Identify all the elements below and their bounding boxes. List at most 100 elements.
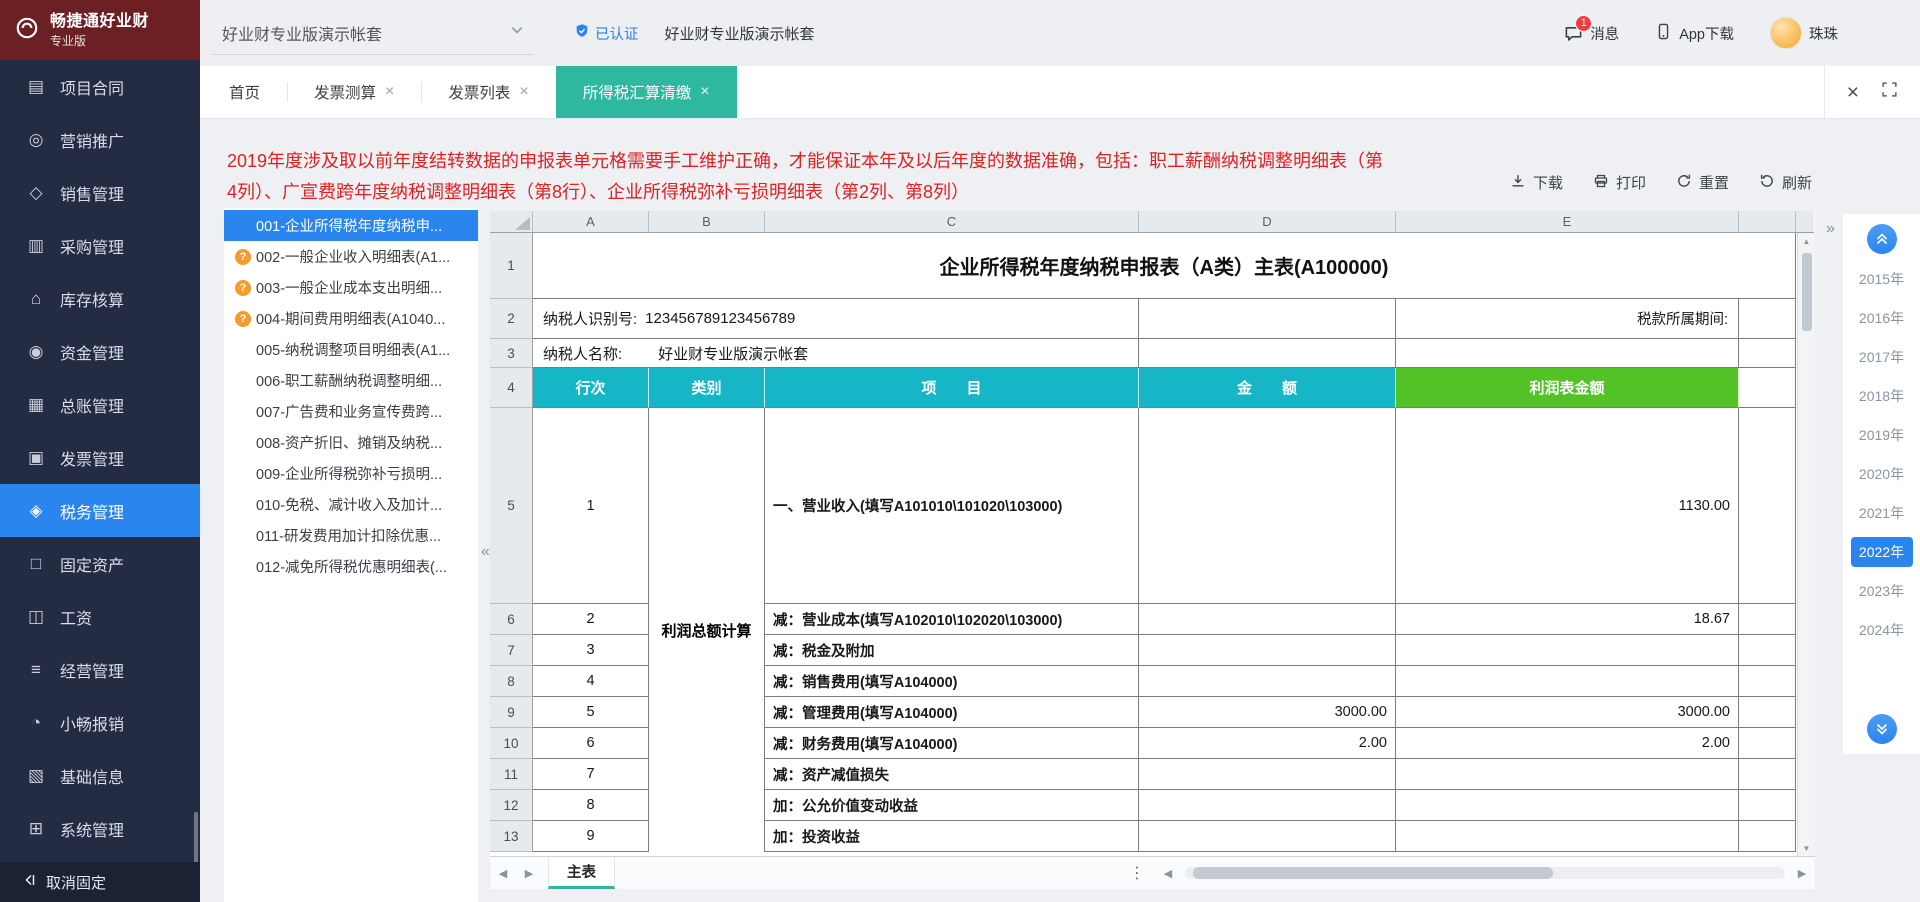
tab-发票列表[interactable]: 发票列表 × — [421, 66, 555, 118]
cell-item[interactable]: 减：销售费用(填写A104000) — [765, 666, 1139, 697]
tab-所得税汇算清缴[interactable]: 所得税汇算清缴 × — [555, 66, 737, 118]
cell-profit-amount[interactable] — [1396, 635, 1739, 666]
tab-首页[interactable]: 首页 — [202, 66, 287, 118]
cell-item[interactable]: 一、营业收入(填写A101010\101020\103000) — [765, 408, 1139, 604]
row-number[interactable]: 4 — [490, 368, 533, 408]
header-category[interactable]: 类别 — [649, 368, 765, 408]
empty-cell[interactable] — [1739, 635, 1796, 666]
sidebar-item-basic-info[interactable]: ▧ 基础信息 — [0, 749, 200, 802]
cell-line-no[interactable]: 3 — [533, 635, 649, 666]
report-list-item[interactable]: ? 003-一般企业成本支出明细... — [224, 272, 478, 303]
sidebar-item-operations[interactable]: ≡ 经营管理 — [0, 643, 200, 696]
row-number[interactable]: 8 — [490, 666, 533, 697]
report-list-item[interactable]: 007-广告费和业务宣传费跨... — [224, 396, 478, 427]
cell-item[interactable]: 减：营业成本(填写A102010\102020\103000) — [765, 604, 1139, 635]
years-scroll-up-button[interactable] — [1866, 224, 1897, 254]
cell-item[interactable]: 减：资产减值损失 — [765, 759, 1139, 790]
year-2021年[interactable]: 2021年 — [1851, 498, 1913, 528]
sidebar-item-marketing[interactable]: ◎ 营销推广 — [0, 113, 200, 166]
row-number[interactable]: 10 — [490, 728, 533, 759]
report-list-item[interactable]: 006-职工薪酬纳税调整明细... — [224, 365, 478, 396]
row-number[interactable]: 3 — [490, 339, 533, 368]
year-2018年[interactable]: 2018年 — [1851, 381, 1913, 411]
report-list-item[interactable]: ? 004-期间费用明细表(A1040... — [224, 303, 478, 334]
cell-amount[interactable]: 3000.00 — [1139, 697, 1396, 728]
report-title-cell[interactable]: 企业所得税年度纳税申报表（A类）主表(A100000) — [533, 233, 1796, 299]
cell-profit-amount[interactable]: 2.00 — [1396, 728, 1739, 759]
cell-amount[interactable]: 2.00 — [1139, 728, 1396, 759]
years-scroll-down-button[interactable] — [1866, 714, 1897, 744]
row-number[interactable]: 9 — [490, 697, 533, 728]
close-tab-icon[interactable]: × — [519, 83, 528, 101]
column-header-D[interactable]: D — [1139, 211, 1396, 233]
account-selector[interactable]: 好业财专业版演示帐套 — [212, 12, 534, 55]
scroll-down-icon[interactable]: ▼ — [1798, 840, 1815, 856]
tab-发票测算[interactable]: 发票测算 × — [287, 66, 421, 118]
cell-item[interactable]: 减：税金及附加 — [765, 635, 1139, 666]
column-header-E[interactable]: E — [1396, 211, 1739, 233]
cell-amount[interactable] — [1139, 666, 1396, 697]
header-profit-amount[interactable]: 利润表金额 — [1396, 368, 1739, 408]
row-number[interactable]: 1 — [490, 233, 533, 299]
column-header-A[interactable]: A — [533, 211, 649, 233]
row-number[interactable]: 6 — [490, 604, 533, 635]
cell-profit-amount[interactable] — [1396, 666, 1739, 697]
user-menu[interactable]: 珠珠 — [1770, 17, 1838, 49]
sidebar-item-ledger[interactable]: ▦ 总账管理 — [0, 378, 200, 431]
report-list-item[interactable]: 008-资产折旧、摊销及纳税... — [224, 427, 478, 458]
hscroll-track[interactable] — [1185, 867, 1785, 879]
cell-item[interactable]: 减：财务费用(填写A104000) — [765, 728, 1139, 759]
empty-cell[interactable] — [1396, 339, 1739, 368]
sidebar-item-procurement[interactable]: ▥ 采购管理 — [0, 219, 200, 272]
close-tab-icon[interactable]: × — [700, 83, 709, 101]
print-button[interactable]: 打印 — [1593, 172, 1646, 193]
report-list-item[interactable]: 011-研发费用加计扣除优惠... — [224, 520, 478, 551]
row-number[interactable]: 2 — [490, 299, 533, 339]
scroll-right-icon[interactable]: ▶ — [1789, 857, 1815, 889]
empty-cell[interactable] — [1739, 299, 1796, 339]
close-tabs-icon[interactable]: × — [1847, 82, 1859, 103]
row-number[interactable]: 11 — [490, 759, 533, 790]
taxpayer-name-cell[interactable]: 纳税人名称: 好业财专业版演示帐套 — [533, 339, 1139, 368]
sheet-tabs-prev-button[interactable]: ◀ — [490, 857, 516, 889]
sidebar-item-inventory[interactable]: ⌂ 库存核算 — [0, 272, 200, 325]
header-amount[interactable]: 金 额 — [1139, 368, 1396, 408]
sidebar-item-sales[interactable]: ◇ 销售管理 — [0, 166, 200, 219]
cell-amount[interactable] — [1139, 759, 1396, 790]
cell-line-no[interactable]: 2 — [533, 604, 649, 635]
empty-cell[interactable] — [1739, 759, 1796, 790]
year-2023年[interactable]: 2023年 — [1851, 576, 1913, 606]
cell-line-no[interactable]: 6 — [533, 728, 649, 759]
vertical-scrollbar[interactable]: ▲ ▼ — [1797, 233, 1815, 856]
year-2022年[interactable]: 2022年 — [1850, 537, 1913, 567]
cell-profit-amount[interactable]: 18.67 — [1396, 604, 1739, 635]
expand-panel-handle[interactable]: » — [1826, 220, 1835, 238]
column-header-C[interactable]: C — [765, 211, 1139, 233]
empty-cell[interactable] — [1139, 339, 1396, 368]
report-list-item[interactable]: ? 002-一般企业收入明细表(A1... — [224, 241, 478, 272]
reset-button[interactable]: 重置 — [1676, 172, 1729, 193]
cell-item[interactable]: 加：投资收益 — [765, 821, 1139, 852]
cell-amount[interactable] — [1139, 635, 1396, 666]
refresh-button[interactable]: 刷新 — [1759, 172, 1812, 193]
empty-cell[interactable] — [1739, 728, 1796, 759]
more-sheets-icon[interactable]: ⋮ — [1119, 863, 1155, 883]
sidebar-item-funds[interactable]: ◉ 资金管理 — [0, 325, 200, 378]
cell-line-no[interactable]: 1 — [533, 408, 649, 604]
close-tab-icon[interactable]: × — [385, 83, 394, 101]
sidebar-item-expense[interactable]: ◔ 小畅报销 — [0, 696, 200, 749]
cell-profit-amount[interactable]: 1130.00 — [1396, 408, 1739, 604]
cell-profit-amount[interactable] — [1396, 821, 1739, 852]
cell-amount[interactable] — [1139, 604, 1396, 635]
row-number[interactable]: 13 — [490, 821, 533, 852]
cell-item[interactable]: 减：管理费用(填写A104000) — [765, 697, 1139, 728]
cell-profit-amount[interactable]: 3000.00 — [1396, 697, 1739, 728]
unpin-sidebar-button[interactable]: 取消固定 — [0, 862, 200, 902]
download-button[interactable]: 下载 — [1510, 172, 1563, 193]
row-number[interactable]: 7 — [490, 635, 533, 666]
year-2019年[interactable]: 2019年 — [1851, 420, 1913, 450]
empty-cell[interactable] — [1739, 697, 1796, 728]
sheet-tabs-next-button[interactable]: ▶ — [516, 857, 542, 889]
sidebar-scrollbar-thumb[interactable] — [194, 812, 198, 868]
cell-profit-amount[interactable] — [1396, 759, 1739, 790]
